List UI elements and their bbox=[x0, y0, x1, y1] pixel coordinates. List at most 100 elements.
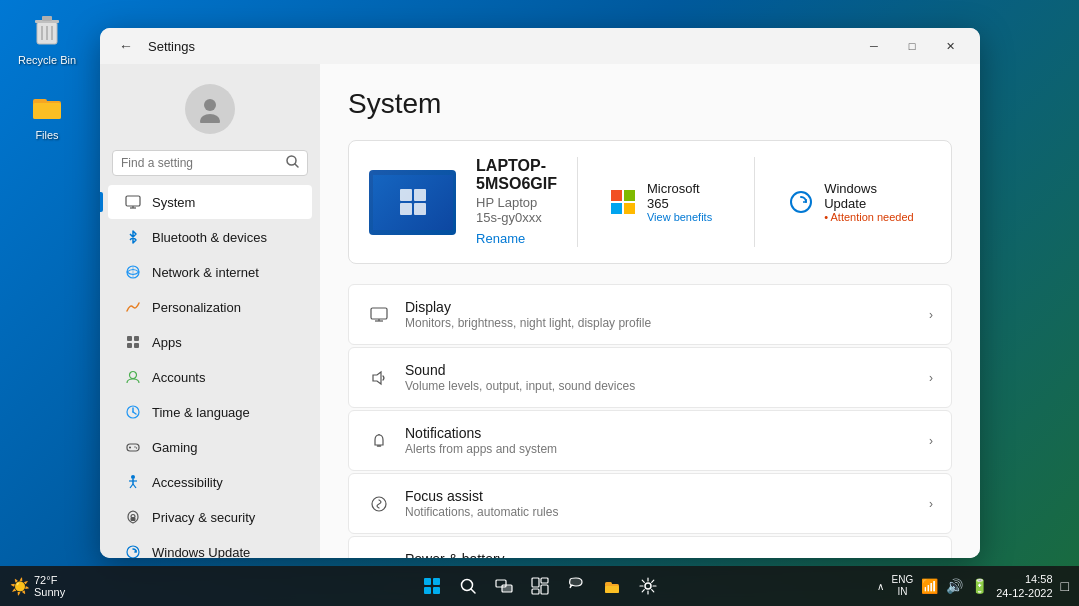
microsoft365-subtitle: View benefits bbox=[647, 211, 722, 223]
taskbar-task-view-button[interactable] bbox=[488, 570, 520, 602]
network-nav-icon bbox=[124, 263, 142, 281]
battery-icon[interactable]: 🔋 bbox=[971, 578, 988, 594]
svg-line-66 bbox=[471, 589, 475, 593]
windows-update-title: Windows Update bbox=[824, 181, 919, 211]
taskbar-search-button[interactable] bbox=[452, 570, 484, 602]
svg-rect-68 bbox=[502, 585, 512, 592]
sidebar-item-label-system: System bbox=[152, 195, 195, 210]
svg-rect-13 bbox=[126, 196, 140, 206]
accounts-nav-icon bbox=[124, 368, 142, 386]
system-tray-chevron[interactable]: ∧ bbox=[877, 581, 884, 592]
svg-line-34 bbox=[130, 484, 133, 488]
taskbar: ☀️ 72°F Sunny ∧ ENGIN 📶 🔊 🔋 14:58 24-12-… bbox=[0, 566, 1079, 606]
sidebar-item-label-personalization: Personalization bbox=[152, 300, 241, 315]
taskbar-clock[interactable]: 14:58 24-12-2022 bbox=[996, 572, 1052, 601]
device-name: LAPTOP-5MSO6GIF bbox=[476, 157, 557, 193]
device-screen bbox=[373, 175, 453, 230]
svg-rect-20 bbox=[127, 343, 132, 348]
language-indicator[interactable]: ENGIN bbox=[892, 574, 914, 598]
desktop-icon-files[interactable]: Files bbox=[12, 85, 82, 141]
sidebar-item-bluetooth[interactable]: Bluetooth & devices bbox=[108, 220, 312, 254]
windows-update-badge[interactable]: Windows Update • Attention needed bbox=[775, 173, 931, 231]
sidebar-item-label-time: Time & language bbox=[152, 405, 250, 420]
taskbar-start-button[interactable] bbox=[416, 570, 448, 602]
badge-divider-2 bbox=[754, 157, 755, 247]
search-box[interactable] bbox=[112, 150, 308, 176]
privacy-nav-icon bbox=[124, 508, 142, 526]
sidebar-item-accounts[interactable]: Accounts bbox=[108, 360, 312, 394]
user-avatar-area bbox=[100, 72, 320, 150]
focus-assist-icon bbox=[367, 492, 391, 516]
svg-rect-61 bbox=[424, 578, 431, 585]
setting-item-sound[interactable]: Sound Volume levels, output, input, soun… bbox=[348, 347, 952, 408]
weather-condition: Sunny bbox=[34, 586, 65, 598]
sound-desc: Volume levels, output, input, sound devi… bbox=[405, 379, 915, 393]
nav-list: System Bluetooth & devices Network & int… bbox=[100, 184, 320, 558]
desktop-icon-recycle-bin[interactable]: Recycle Bin bbox=[12, 10, 82, 66]
volume-icon[interactable]: 🔊 bbox=[946, 578, 963, 594]
search-input[interactable] bbox=[121, 156, 280, 170]
recycle-bin-icon bbox=[27, 10, 67, 50]
setting-item-power-battery[interactable]: Power & battery Sleep, battery usage, ba… bbox=[348, 536, 952, 558]
display-desc: Monitors, brightness, night light, displ… bbox=[405, 316, 915, 330]
setting-item-display[interactable]: Display Monitors, brightness, night ligh… bbox=[348, 284, 952, 345]
clock-time: 14:58 bbox=[1025, 572, 1053, 586]
sidebar-item-label-network: Network & internet bbox=[152, 265, 259, 280]
title-bar: ← Settings ─ □ ✕ bbox=[100, 28, 980, 64]
close-button[interactable]: ✕ bbox=[932, 32, 968, 60]
svg-rect-18 bbox=[127, 336, 132, 341]
taskbar-widgets-button[interactable] bbox=[524, 570, 556, 602]
sound-title: Sound bbox=[405, 362, 915, 378]
display-icon bbox=[367, 303, 391, 327]
focus-assist-desc: Notifications, automatic rules bbox=[405, 505, 915, 519]
temperature: 72°F bbox=[34, 574, 65, 586]
display-title: Display bbox=[405, 299, 915, 315]
bluetooth-nav-icon bbox=[124, 228, 142, 246]
apps-nav-icon bbox=[124, 333, 142, 351]
notifications-text: Notifications Alerts from apps and syste… bbox=[405, 425, 915, 456]
avatar[interactable] bbox=[185, 84, 235, 134]
sidebar-item-gaming[interactable]: Gaming bbox=[108, 430, 312, 464]
focus-assist-title: Focus assist bbox=[405, 488, 915, 504]
window-title: Settings bbox=[148, 39, 856, 54]
device-rename-link[interactable]: Rename bbox=[476, 231, 525, 246]
sound-chevron: › bbox=[929, 371, 933, 385]
wifi-icon[interactable]: 📶 bbox=[921, 578, 938, 594]
desktop: Recycle Bin Files ← Settings ─ □ bbox=[0, 0, 1079, 606]
back-button[interactable]: ← bbox=[112, 32, 140, 60]
device-info: LAPTOP-5MSO6GIF HP Laptop 15s-gy0xxx Ren… bbox=[476, 157, 557, 247]
sidebar-item-windows-update[interactable]: Windows Update bbox=[108, 535, 312, 558]
windows-update-text: Windows Update • Attention needed bbox=[824, 181, 919, 223]
sidebar-item-label-apps: Apps bbox=[152, 335, 182, 350]
svg-rect-63 bbox=[424, 587, 431, 594]
taskbar-explorer-button[interactable] bbox=[596, 570, 628, 602]
display-chevron: › bbox=[929, 308, 933, 322]
sidebar-item-system[interactable]: System bbox=[108, 185, 312, 219]
minimize-button[interactable]: ─ bbox=[856, 32, 892, 60]
weather-widget[interactable]: ☀️ 72°F Sunny bbox=[10, 574, 65, 598]
sidebar-item-label-gaming: Gaming bbox=[152, 440, 198, 455]
svg-point-37 bbox=[127, 546, 139, 558]
svg-rect-26 bbox=[127, 444, 139, 451]
sidebar-item-personalization[interactable]: Personalization bbox=[108, 290, 312, 324]
sidebar-item-time[interactable]: Time & language bbox=[108, 395, 312, 429]
windows-update-icon bbox=[787, 188, 814, 216]
sidebar-item-network[interactable]: Network & internet bbox=[108, 255, 312, 289]
sidebar-item-accessibility[interactable]: Accessibility bbox=[108, 465, 312, 499]
maximize-button[interactable]: □ bbox=[894, 32, 930, 60]
device-thumbnail bbox=[369, 170, 456, 235]
setting-item-focus-assist[interactable]: Focus assist Notifications, automatic ru… bbox=[348, 473, 952, 534]
sidebar-item-privacy[interactable]: Privacy & security bbox=[108, 500, 312, 534]
sidebar-item-apps[interactable]: Apps bbox=[108, 325, 312, 359]
svg-rect-42 bbox=[611, 190, 622, 201]
focus-assist-chevron: › bbox=[929, 497, 933, 511]
system-nav-icon bbox=[124, 193, 142, 211]
taskbar-settings-button[interactable] bbox=[632, 570, 664, 602]
notification-icon[interactable]: □ bbox=[1061, 578, 1069, 594]
setting-item-notifications[interactable]: Notifications Alerts from apps and syste… bbox=[348, 410, 952, 471]
personalization-nav-icon bbox=[124, 298, 142, 316]
microsoft365-badge[interactable]: Microsoft 365 View benefits bbox=[598, 173, 734, 231]
taskbar-chat-button[interactable] bbox=[560, 570, 592, 602]
microsoft365-text: Microsoft 365 View benefits bbox=[647, 181, 722, 223]
svg-rect-43 bbox=[624, 190, 635, 201]
